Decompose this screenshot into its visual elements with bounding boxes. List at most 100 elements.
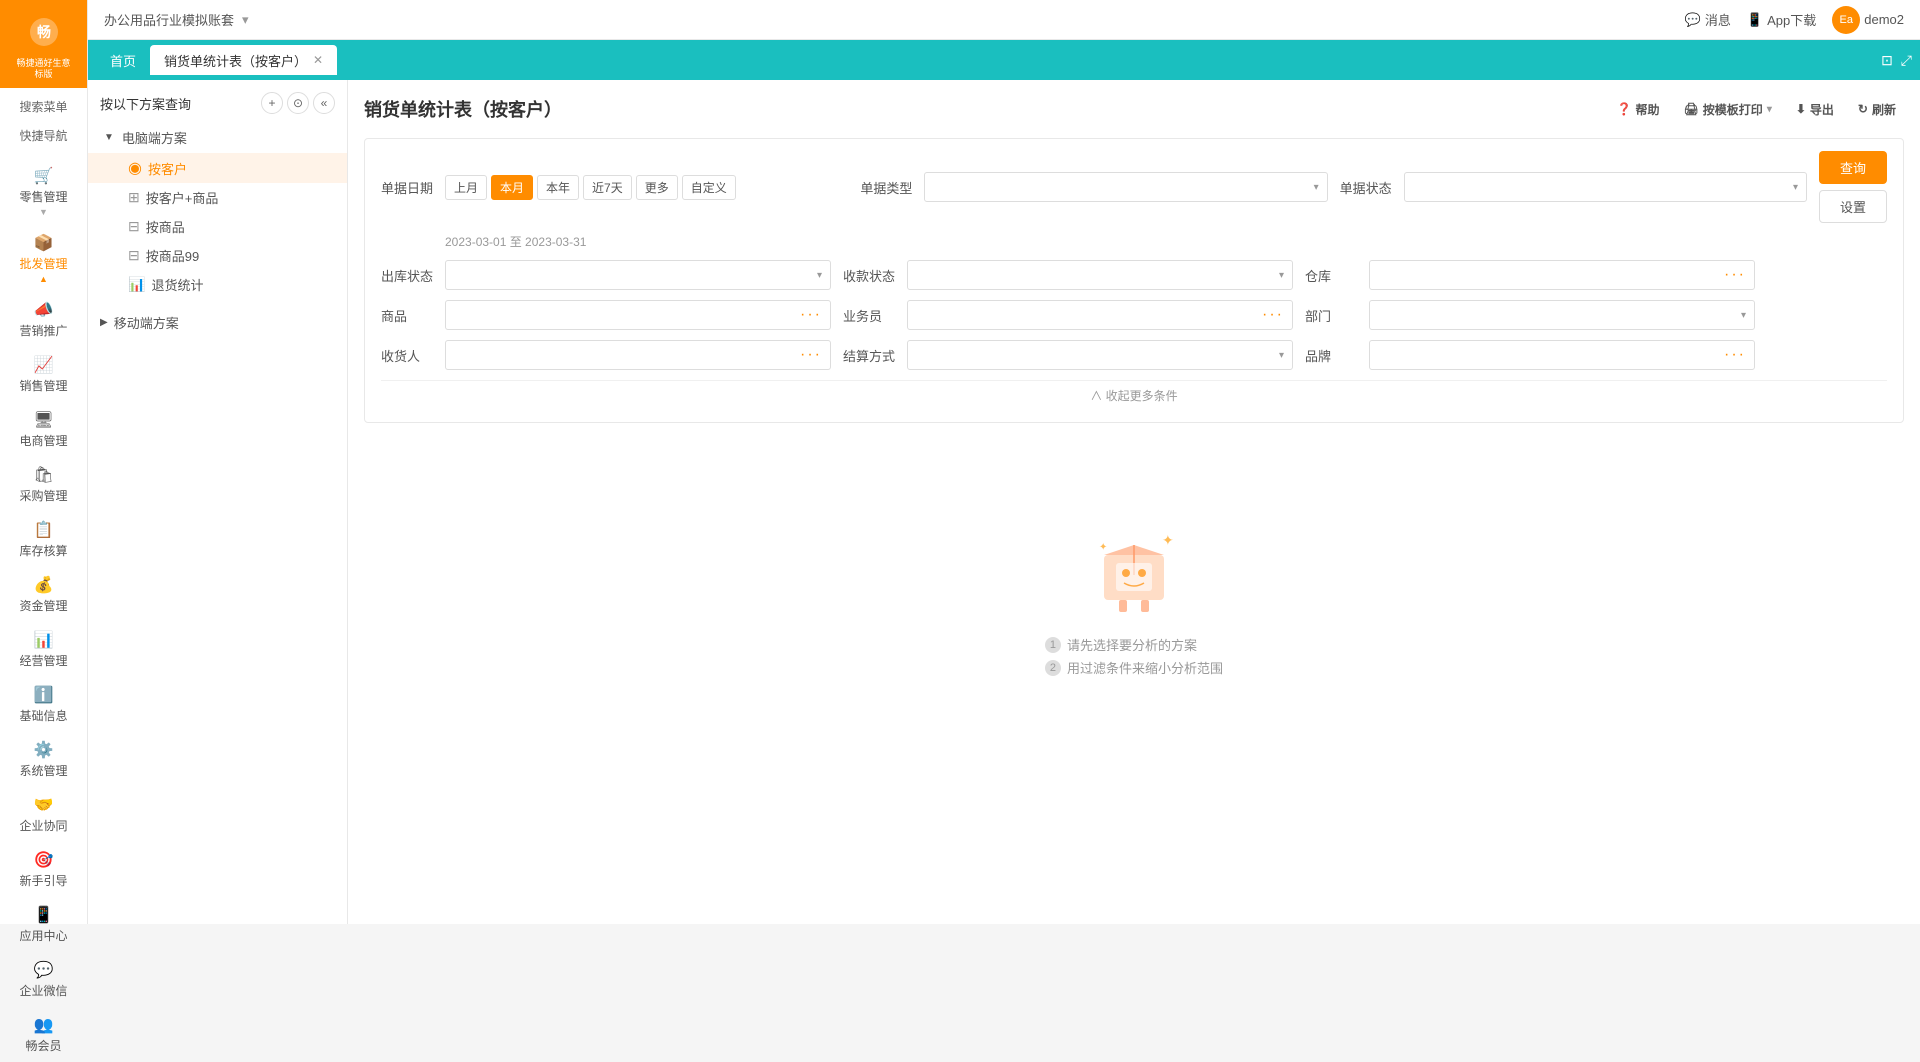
app-download-btn[interactable]: 📱 App下载 [1747, 10, 1816, 29]
sidebar-item-label: 应用中心 [19, 927, 67, 944]
salesperson-cell: 业务员 ··· [843, 300, 1293, 330]
sidebar-item-member[interactable]: 👥 畅会员 [0, 1007, 87, 1062]
sidebar-item-finance[interactable]: 💰 资金管理 [0, 567, 87, 622]
mobile-arrow-icon: ▶ [100, 317, 108, 328]
mobile-section-label: 移动端方案 [114, 313, 179, 332]
settlement-arrow: ▾ [1279, 350, 1284, 361]
phone-icon: 📱 [1747, 12, 1763, 28]
tree-item-return-stats[interactable]: 📊 退货统计 [88, 270, 347, 299]
salesperson-label: 业务员 [843, 306, 899, 325]
quick-nav[interactable]: 快捷导航 [19, 121, 67, 150]
sidebar-item-appstore[interactable]: 📱 应用中心 [0, 897, 87, 952]
out-state-select[interactable]: ▾ [445, 260, 831, 290]
sidebar-item-guide[interactable]: 🎯 新手引导 [0, 842, 87, 897]
tree-item-label: 按客户+商品 [146, 188, 219, 207]
settings-button[interactable]: 设置 [1819, 190, 1887, 223]
tree-item-goods99[interactable]: ⊟ 按商品99 [88, 241, 347, 270]
appstore-icon: 📱 [34, 905, 54, 925]
left-panel-header: 按以下方案查询 + ⊙ « [88, 92, 347, 122]
template-print-label: 按模板打印 [1703, 101, 1763, 118]
order-state-select[interactable]: ▾ [1404, 172, 1807, 202]
tree-item-by-customer[interactable]: ◉ 按客户 [88, 153, 347, 183]
sidebar-item-label: 零售管理 [19, 188, 67, 205]
sidebar-item-ecommerce[interactable]: 🖥 电商管理 [0, 402, 87, 457]
sidebar-item-purchase[interactable]: 🛍 采购管理 [0, 457, 87, 512]
topbar-right: 💬 消息 📱 App下载 Ea demo2 [1685, 6, 1904, 34]
tab-sales-stats[interactable]: 销货单统计表（按客户） ✕ [150, 45, 337, 75]
order-type-label: 单据类型 [860, 178, 916, 197]
sidebar-item-label: 营销推广 [19, 322, 67, 339]
receiver-input[interactable]: ··· [445, 340, 831, 370]
settlement-cell: 结算方式 ▾ [843, 340, 1293, 370]
marketing-icon: 📣 [34, 300, 54, 320]
home-tab-label: 首页 [110, 51, 136, 70]
sidebar-item-wechat[interactable]: 💬 企业微信 [0, 952, 87, 1007]
empty-illustration: ✦ ✦ [1074, 515, 1194, 615]
sidebar-item-system[interactable]: ⚙️ 系统管理 [0, 732, 87, 787]
date-btn-custom[interactable]: 自定义 [682, 175, 736, 200]
warehouse-input[interactable]: ··· [1369, 260, 1755, 290]
help-btn[interactable]: ❓ 帮助 [1609, 97, 1668, 122]
tree-section-mobile[interactable]: ▶ 移动端方案 [88, 307, 347, 338]
sidebar-item-retail[interactable]: 🛒 零售管理 ▼ [0, 158, 87, 225]
tree-item-by-goods[interactable]: ⊟ 按商品 [88, 212, 347, 241]
tree-section-desktop[interactable]: ▼ 电脑端方案 [88, 122, 347, 153]
tab-expand-area: ⊡ ⤢ [1881, 52, 1912, 69]
brand-dots: ··· [1724, 346, 1746, 364]
sidebar-item-inventory[interactable]: 📋 库存核算 [0, 512, 87, 567]
receipt-state-select[interactable]: ▾ [907, 260, 1293, 290]
order-type-select[interactable]: ▾ [924, 172, 1327, 202]
department-select[interactable]: ▾ [1369, 300, 1755, 330]
page-title-bar: 销货单统计表（按客户） ❓ 帮助 🖨 按模板打印 ▾ ⬇ 导出 [364, 96, 1904, 122]
receipt-state-cell: 收款状态 ▾ [843, 260, 1293, 290]
collapse-btn[interactable]: ∧ 收起更多条件 [381, 380, 1887, 410]
basic-icon: ℹ️ [34, 685, 54, 705]
goods-input[interactable]: ··· [445, 300, 831, 330]
brand-label: 品牌 [1305, 346, 1361, 365]
customer-goods-icon: ⊞ [128, 189, 140, 206]
sidebar-item-label: 系统管理 [19, 762, 67, 779]
refresh-btn[interactable]: ↻ 刷新 [1850, 97, 1904, 122]
user-name: demo2 [1864, 12, 1904, 27]
sidebar-item-label: 畅会员 [25, 1037, 61, 1054]
goods-label: 商品 [381, 306, 437, 325]
sidebar-item-sales[interactable]: 📈 销售管理 [0, 347, 87, 402]
user-menu[interactable]: Ea demo2 [1832, 6, 1904, 34]
app-logo[interactable]: 畅 畅捷通好生意 标版 [0, 0, 87, 88]
sidebar-item-wholesale[interactable]: 📦 批发管理 ▲ [0, 225, 87, 292]
tab-close-icon[interactable]: ✕ [313, 53, 323, 67]
sidebar-item-label: 资金管理 [19, 597, 67, 614]
collapse-panel-btn[interactable]: « [313, 92, 335, 114]
dropdown-icon[interactable]: ▾ [242, 12, 249, 28]
salesperson-input[interactable]: ··· [907, 300, 1293, 330]
add-plan-btn[interactable]: + [261, 92, 283, 114]
date-btn-last-month[interactable]: 上月 [445, 175, 487, 200]
empty-state: ✦ ✦ 1 请先选择要分析的方案 2 用过滤条件来缩小分析范围 [364, 435, 1904, 761]
brand-input[interactable]: ··· [1369, 340, 1755, 370]
date-btn-this-year[interactable]: 本年 [537, 175, 579, 200]
sidebar-item-basic[interactable]: ℹ️ 基础信息 [0, 677, 87, 732]
sidebar-item-label: 库存核算 [19, 542, 67, 559]
receipt-state-label: 收款状态 [843, 266, 899, 285]
template-print-btn[interactable]: 🖨 按模板打印 ▾ [1676, 97, 1780, 122]
sidebar-item-operation[interactable]: 📊 经营管理 [0, 622, 87, 677]
message-label: 消息 [1705, 10, 1731, 29]
expand-icon[interactable]: ⤢ [1901, 52, 1912, 69]
message-btn[interactable]: 💬 消息 [1685, 10, 1731, 29]
sidebar-item-marketing[interactable]: 📣 营销推广 [0, 292, 87, 347]
edit-plan-btn[interactable]: ⊙ [287, 92, 309, 114]
tree-item-customer-goods[interactable]: ⊞ 按客户+商品 [88, 183, 347, 212]
date-btn-7days[interactable]: 近7天 [583, 175, 632, 200]
export-btn[interactable]: ⬇ 导出 [1788, 97, 1842, 122]
date-btn-more[interactable]: 更多 [636, 175, 678, 200]
search-menu[interactable]: 搜索菜单 [19, 88, 67, 121]
restore-icon[interactable]: ⊡ [1881, 52, 1893, 69]
tab-home[interactable]: 首页 [96, 45, 150, 75]
sidebar-item-collab[interactable]: 🤝 企业协同 [0, 787, 87, 842]
settlement-select[interactable]: ▾ [907, 340, 1293, 370]
refresh-label: 刷新 [1872, 101, 1896, 118]
department-cell: 部门 ▾ [1305, 300, 1755, 330]
collab-icon: 🤝 [34, 795, 54, 815]
query-button[interactable]: 查询 [1819, 151, 1887, 184]
date-btn-this-month[interactable]: 本月 [491, 175, 533, 200]
